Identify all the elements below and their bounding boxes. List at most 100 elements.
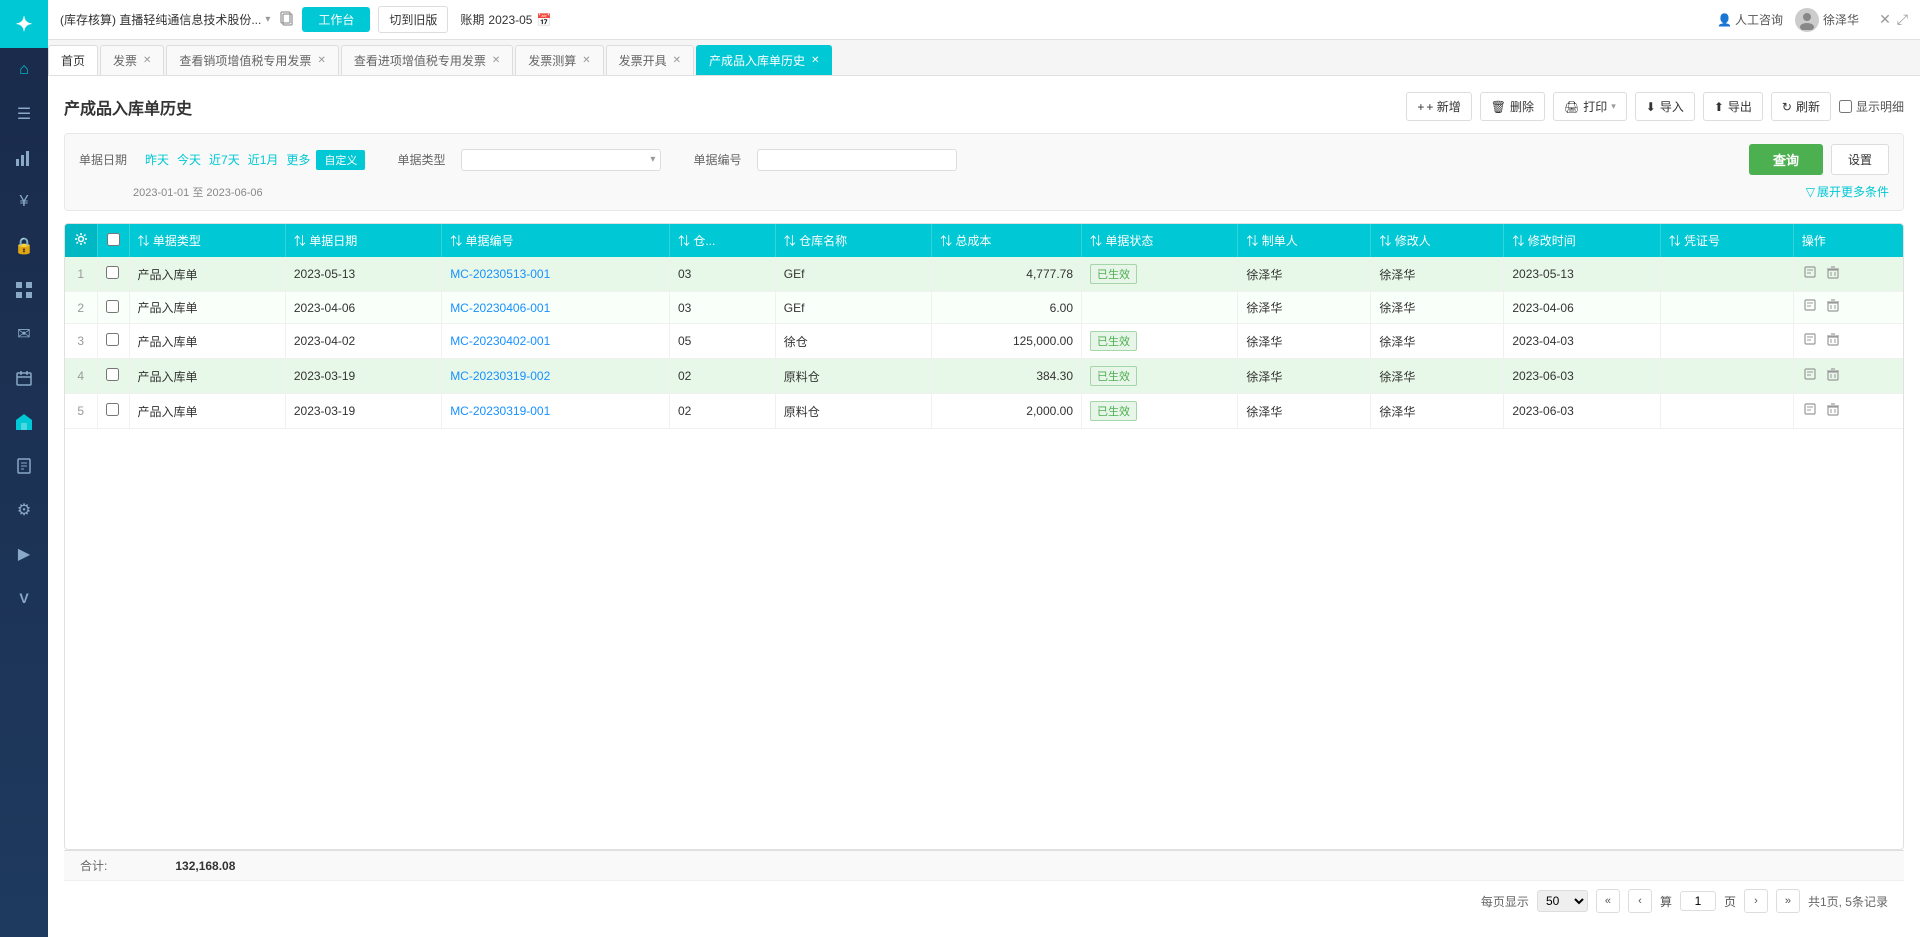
delete-action-icon[interactable] xyxy=(1826,334,1840,350)
sidebar-item-calendar[interactable] xyxy=(0,356,48,400)
prev-page-button[interactable]: ‹ xyxy=(1628,889,1652,913)
row-number-cell[interactable]: MC-20230406-001 xyxy=(442,292,670,324)
row-checkbox[interactable] xyxy=(106,403,119,416)
row-checkbox[interactable] xyxy=(106,333,119,346)
shortcut-today[interactable]: 今天 xyxy=(175,151,203,168)
sidebar-item-grid[interactable] xyxy=(0,268,48,312)
edit-action-icon[interactable] xyxy=(1804,369,1822,385)
company-dropdown-icon[interactable]: ▾ xyxy=(265,14,270,25)
maximize-window-icon[interactable]: ⤢ xyxy=(1897,11,1908,28)
user-menu[interactable]: 徐泽华 xyxy=(1795,8,1859,32)
row-number-cell[interactable]: MC-20230513-001 xyxy=(442,257,670,292)
delete-action-icon[interactable] xyxy=(1826,300,1840,316)
tab-invoice-calc-close[interactable]: ✕ xyxy=(582,55,590,66)
shortcut-more[interactable]: 更多 xyxy=(284,151,312,168)
workbench-button[interactable]: 工作台 xyxy=(302,7,370,32)
edit-action-icon[interactable] xyxy=(1804,267,1822,283)
th-total-cost[interactable]: ⇅ 总成本 xyxy=(932,224,1082,257)
period-calendar-icon[interactable]: 📅 xyxy=(536,13,551,27)
import-button[interactable]: ⬇ 导入 xyxy=(1635,92,1695,121)
th-warehouse-code[interactable]: ⇅ 仓... xyxy=(669,224,775,257)
sidebar-item-play[interactable]: ▶ xyxy=(0,532,48,576)
document-link[interactable]: MC-20230513-001 xyxy=(450,267,550,281)
th-status[interactable]: ⇅ 单据状态 xyxy=(1082,224,1238,257)
last-page-button[interactable]: » xyxy=(1776,889,1800,913)
refresh-button[interactable]: ↻ 刷新 xyxy=(1771,92,1831,121)
tab-warehouse-history[interactable]: 产成品入库单历史 ✕ xyxy=(696,45,832,75)
th-checkbox[interactable] xyxy=(97,224,129,257)
row-checkbox-cell[interactable] xyxy=(97,292,129,324)
document-link[interactable]: MC-20230319-001 xyxy=(450,404,550,418)
company-selector[interactable]: (库存核算) 直播轻纯通信息技术股份... ▾ xyxy=(60,11,270,28)
per-page-select[interactable]: 50 100 200 xyxy=(1537,890,1588,912)
number-input[interactable] xyxy=(757,149,957,171)
new-button[interactable]: + + 新增 xyxy=(1406,92,1471,121)
edit-action-icon[interactable] xyxy=(1804,300,1822,316)
row-checkbox[interactable] xyxy=(106,300,119,313)
shortcut-yesterday[interactable]: 昨天 xyxy=(143,151,171,168)
type-select[interactable] xyxy=(461,149,661,171)
show-detail-checkbox[interactable] xyxy=(1839,100,1852,113)
row-number-cell[interactable]: MC-20230402-001 xyxy=(442,324,670,359)
row-checkbox-cell[interactable] xyxy=(97,359,129,394)
tab-sales-vat[interactable]: 查看销项增值税专用发票 ✕ xyxy=(166,45,338,75)
tab-invoice[interactable]: 发票 ✕ xyxy=(100,45,164,75)
row-checkbox-cell[interactable] xyxy=(97,394,129,429)
tab-purchase-vat-close[interactable]: ✕ xyxy=(492,55,500,66)
tab-invoice-close[interactable]: ✕ xyxy=(143,55,151,66)
tab-invoice-open-close[interactable]: ✕ xyxy=(673,55,681,66)
th-voucher[interactable]: ⇅ 凭证号 xyxy=(1660,224,1793,257)
delete-action-icon[interactable] xyxy=(1826,369,1840,385)
tab-sales-vat-close[interactable]: ✕ xyxy=(317,55,325,66)
delete-button[interactable]: 🗑 删除 xyxy=(1480,92,1545,121)
edit-action-icon[interactable] xyxy=(1804,404,1822,420)
export-button[interactable]: ⬆ 导出 xyxy=(1703,92,1763,121)
th-type[interactable]: ⇅ 单据类型 xyxy=(129,224,285,257)
setting-button[interactable]: 设置 xyxy=(1831,144,1889,175)
print-dropdown-icon[interactable]: ▾ xyxy=(1611,101,1616,112)
th-number[interactable]: ⇅ 单据编号 xyxy=(442,224,670,257)
tab-home[interactable]: 首页 xyxy=(48,45,98,75)
show-detail-toggle[interactable]: 显示明细 xyxy=(1839,98,1904,115)
shortcut-1month[interactable]: 近1月 xyxy=(246,151,281,168)
delete-action-icon[interactable] xyxy=(1826,404,1840,420)
print-button[interactable]: 🖨 打印 ▾ xyxy=(1553,92,1627,121)
th-creator[interactable]: ⇅ 制单人 xyxy=(1238,224,1371,257)
expand-more[interactable]: ▽ 展开更多条件 xyxy=(1806,183,1889,200)
sidebar-item-document[interactable]: ☰ xyxy=(0,92,48,136)
th-modify-time[interactable]: ⇅ 修改时间 xyxy=(1504,224,1660,257)
row-checkbox[interactable] xyxy=(106,266,119,279)
select-all-checkbox[interactable] xyxy=(107,233,120,246)
row-checkbox-cell[interactable] xyxy=(97,257,129,292)
th-modifier[interactable]: ⇅ 修改人 xyxy=(1371,224,1504,257)
th-settings[interactable] xyxy=(65,224,97,257)
first-page-button[interactable]: « xyxy=(1596,889,1620,913)
sidebar-item-chart[interactable] xyxy=(0,136,48,180)
custom-date-button[interactable]: 自定义 xyxy=(316,150,365,170)
th-warehouse-name[interactable]: ⇅ 仓库名称 xyxy=(775,224,931,257)
sidebar-item-mail[interactable]: ✉ xyxy=(0,312,48,356)
sidebar-item-lock[interactable]: 🔒 xyxy=(0,224,48,268)
row-number-cell[interactable]: MC-20230319-001 xyxy=(442,394,670,429)
close-window-icon[interactable]: ✕ xyxy=(1879,11,1891,28)
tab-invoice-calc[interactable]: 发票测算 ✕ xyxy=(515,45,603,75)
delete-action-icon[interactable] xyxy=(1826,267,1840,283)
sidebar-item-warehouse[interactable] xyxy=(0,400,48,444)
document-copy-icon[interactable] xyxy=(278,10,294,29)
sidebar-item-invoice[interactable] xyxy=(0,444,48,488)
th-date[interactable]: ⇅ 单据日期 xyxy=(285,224,441,257)
row-number-cell[interactable]: MC-20230319-002 xyxy=(442,359,670,394)
sidebar-item-home[interactable]: ⌂ xyxy=(0,48,48,92)
sidebar-item-tax[interactable]: ¥ xyxy=(0,180,48,224)
tab-warehouse-history-close[interactable]: ✕ xyxy=(811,55,819,66)
document-link[interactable]: MC-20230406-001 xyxy=(450,301,550,315)
shortcut-7days[interactable]: 近7天 xyxy=(207,151,242,168)
sidebar-item-version[interactable]: V xyxy=(0,576,48,620)
next-page-button[interactable]: › xyxy=(1744,889,1768,913)
sidebar-item-settings[interactable]: ⚙ xyxy=(0,488,48,532)
document-link[interactable]: MC-20230402-001 xyxy=(450,334,550,348)
tab-invoice-open[interactable]: 发票开具 ✕ xyxy=(606,45,694,75)
row-checkbox-cell[interactable] xyxy=(97,324,129,359)
switch-version-button[interactable]: 切到旧版 xyxy=(378,6,448,33)
expand-conditions-button[interactable]: ▽ 展开更多条件 xyxy=(1806,183,1889,200)
